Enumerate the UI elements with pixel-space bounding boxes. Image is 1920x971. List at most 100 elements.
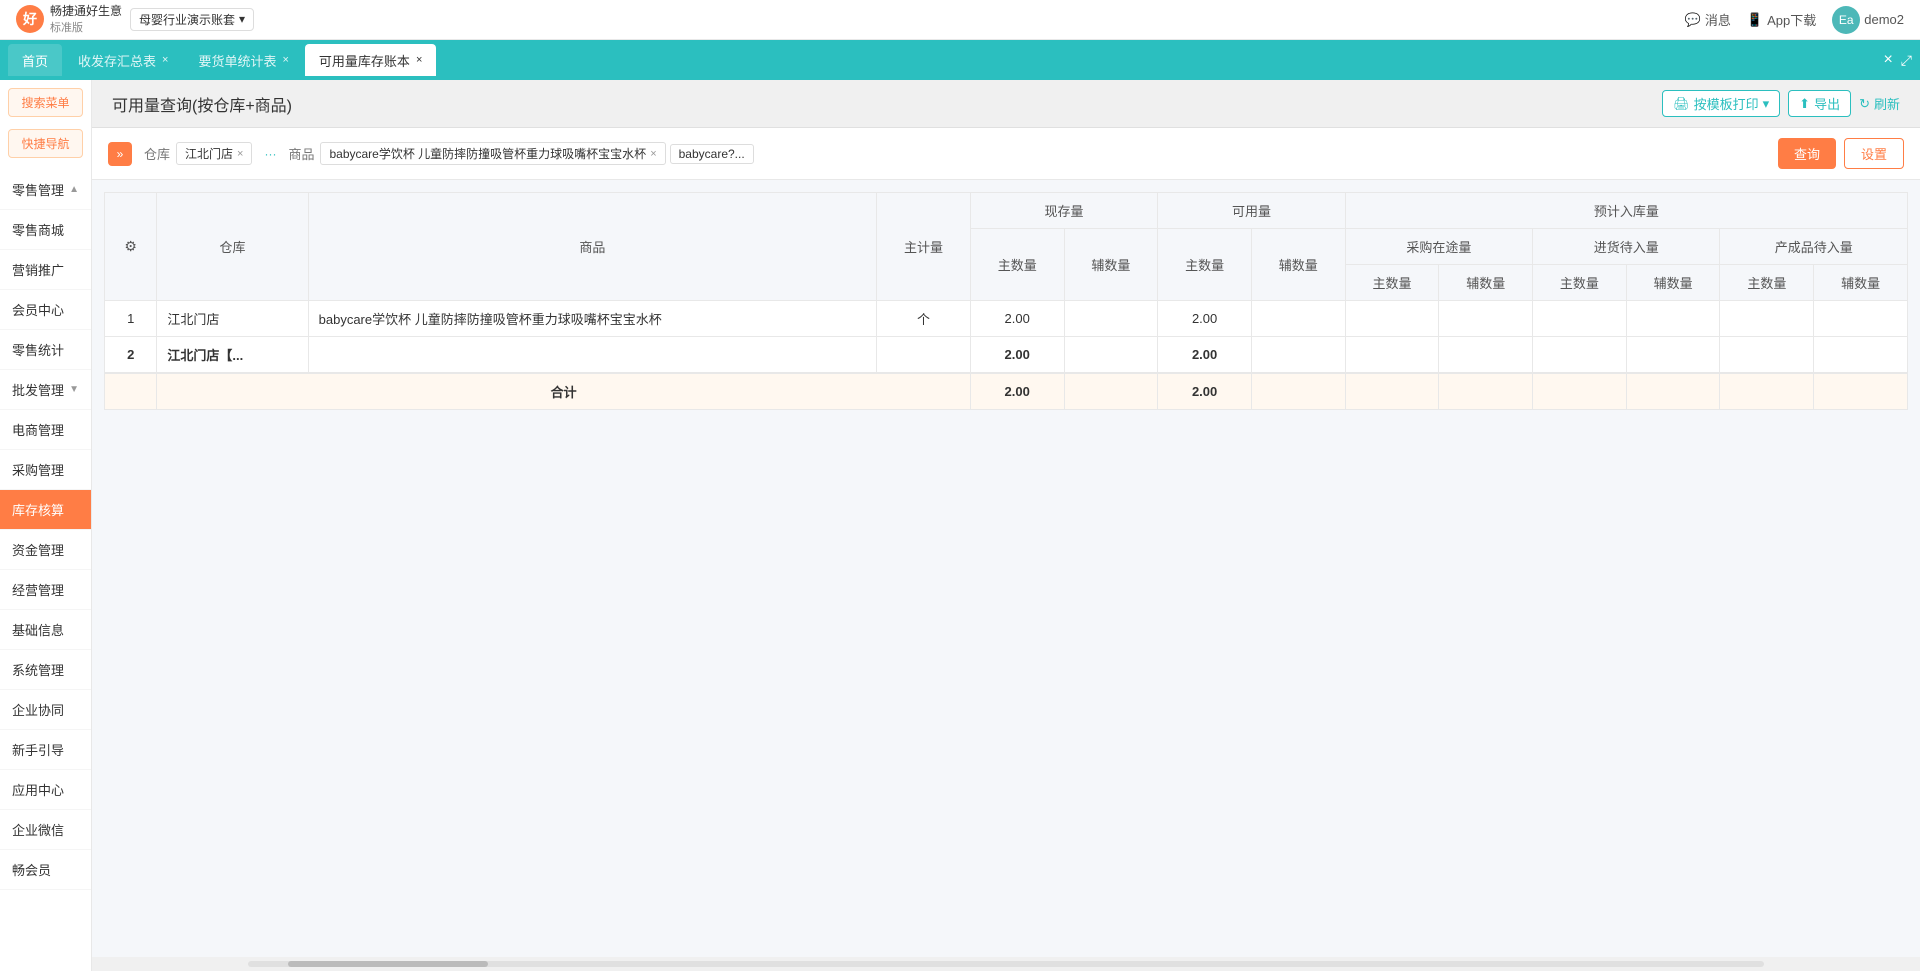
chevron-down-icon: ▾ — [239, 12, 245, 26]
sidebar-item-system-mgmt[interactable]: 系统管理 — [0, 650, 91, 690]
sidebar-item-wholesale-mgmt[interactable]: 批发管理 ▼ — [0, 370, 91, 410]
avail-inventory-tab-close[interactable]: × — [416, 54, 422, 66]
sidebar-item-inventory-check[interactable]: 库存核算 — [0, 490, 91, 530]
avail-aux-qty-header: 辅数量 — [1251, 229, 1345, 301]
tab-avail-inventory[interactable]: 可用量库存账本 × — [305, 44, 436, 76]
purchase-main-qty-header: 主数量 — [1345, 265, 1439, 301]
app-download-btn[interactable]: 📱 App下载 — [1747, 10, 1816, 29]
sidebar-item-finance-mgmt[interactable]: 资金管理 — [0, 530, 91, 570]
sidebar-item-ecommerce[interactable]: 电商管理 — [0, 410, 91, 450]
quick-nav-btn[interactable]: 快捷导航 — [8, 129, 83, 158]
sidebar-item-label: 采购管理 — [12, 460, 64, 479]
scroll-track — [248, 961, 1764, 967]
current-aux-qty-header: 辅数量 — [1064, 229, 1158, 301]
tab-order-stats[interactable]: 要货单统计表 × — [184, 44, 302, 76]
sidebar-item-basic-info[interactable]: 基础信息 — [0, 610, 91, 650]
table-container: ⚙ 仓库 商品 主计量 现存量 可用量 预计入库量 主数量 辅数量 主数量 辅数… — [92, 180, 1920, 957]
refresh-btn[interactable]: ↻ 刷新 — [1859, 94, 1900, 113]
filter-bar: » 仓库 江北门店 × ··· 商品 babycare学饮杯 儿童防摔防撞吸管杯… — [92, 128, 1920, 180]
product-tag-2[interactable]: babycare?... — [670, 144, 754, 164]
production-main-qty-header: 主数量 — [1720, 265, 1814, 301]
row-production-main — [1720, 301, 1814, 337]
data-table: ⚙ 仓库 商品 主计量 现存量 可用量 预计入库量 主数量 辅数量 主数量 辅数… — [104, 192, 1908, 410]
inbound-main-qty-header: 主数量 — [1533, 265, 1627, 301]
filter-more-dots[interactable]: ··· — [264, 147, 276, 161]
total-purchase-aux — [1439, 373, 1533, 410]
row-index: 2 — [105, 337, 157, 374]
export-btn[interactable]: ⬆ 导出 — [1788, 90, 1851, 117]
row-unit: 个 — [877, 301, 971, 337]
row-inbound-main — [1533, 337, 1627, 374]
print-icon: 🖨 — [1673, 96, 1690, 112]
sidebar-item-retail-mall[interactable]: 零售商城 — [0, 210, 91, 250]
total-spacer — [105, 373, 157, 410]
sidebar-item-label: 电商管理 — [12, 420, 64, 439]
brand-text: 畅捷通好生意 标准版 — [50, 4, 122, 34]
nav-expand-icon[interactable]: ⤢ — [1901, 52, 1912, 69]
filter-toggle-btn[interactable]: » — [108, 142, 132, 166]
current-main-qty-header: 主数量 — [970, 229, 1064, 301]
tab-home[interactable]: 首页 — [8, 44, 62, 76]
current-stock-header: 现存量 — [970, 193, 1157, 229]
avatar: Ea — [1832, 6, 1860, 34]
product-tag-1[interactable]: babycare学饮杯 儿童防摔防撞吸管杯重力球吸嘴杯宝宝水杯 × — [320, 142, 665, 165]
remove-warehouse-tag[interactable]: × — [237, 148, 243, 160]
row-avail-aux — [1251, 301, 1345, 337]
sidebar-item-enterprise-collab[interactable]: 企业协同 — [0, 690, 91, 730]
tab-receipt[interactable]: 收发存汇总表 × — [64, 44, 182, 76]
query-btn[interactable]: 查询 — [1778, 138, 1836, 169]
row-product: babycare学饮杯 儿童防摔防撞吸管杯重力球吸嘴杯宝宝水杯 — [308, 301, 877, 337]
remove-product-tag-1[interactable]: × — [650, 148, 656, 160]
total-inbound-main — [1533, 373, 1627, 410]
row-avail-main: 2.00 — [1158, 337, 1252, 374]
row-production-aux — [1814, 337, 1908, 374]
sidebar-item-label: 资金管理 — [12, 540, 64, 559]
sidebar-item-label: 系统管理 — [12, 660, 64, 679]
warehouse-tag-jiangbei[interactable]: 江北门店 × — [176, 142, 252, 165]
row-purchase-main — [1345, 301, 1439, 337]
template-print-btn[interactable]: 🖨 按模板打印 ▾ — [1662, 90, 1780, 117]
sidebar: 搜索菜单 快捷导航 零售管理 ▲ 零售商城 营销推广 会员中心 零售统计 批发管… — [0, 80, 92, 971]
sidebar-search-area: 搜索菜单 — [0, 80, 91, 125]
search-menu-btn[interactable]: 搜索菜单 — [8, 88, 83, 117]
product-col-header: 商品 — [308, 193, 877, 301]
horizontal-scrollbar[interactable] — [92, 957, 1920, 971]
sidebar-item-marketing[interactable]: 营销推广 — [0, 250, 91, 290]
purchase-aux-qty-header: 辅数量 — [1439, 265, 1533, 301]
sidebar-item-vip-member[interactable]: 畅会员 — [0, 850, 91, 890]
receipt-tab-close[interactable]: × — [162, 54, 168, 66]
row-inbound-aux — [1626, 337, 1720, 374]
order-stats-tab-close[interactable]: × — [282, 54, 288, 66]
export-icon: ⬆ — [1799, 96, 1810, 112]
industry-select[interactable]: 母婴行业演示账套 ▾ — [130, 8, 254, 31]
sidebar-item-label: 库存核算 — [12, 500, 64, 519]
sidebar-item-retail-stats[interactable]: 零售统计 — [0, 330, 91, 370]
sidebar-item-member-center[interactable]: 会员中心 — [0, 290, 91, 330]
row-warehouse: 江北门店【... — [157, 337, 308, 374]
row-production-aux — [1814, 301, 1908, 337]
sidebar-item-app-center[interactable]: 应用中心 — [0, 770, 91, 810]
sidebar-item-operation-mgmt[interactable]: 经营管理 — [0, 570, 91, 610]
row-production-main — [1720, 337, 1814, 374]
message-btn[interactable]: 💬 消息 — [1685, 10, 1731, 29]
sidebar-item-new-guide[interactable]: 新手引导 — [0, 730, 91, 770]
sidebar-item-enterprise-wechat[interactable]: 企业微信 — [0, 810, 91, 850]
sidebar-item-label: 批发管理 — [12, 380, 64, 399]
total-current-aux — [1064, 373, 1158, 410]
user-area[interactable]: Ea demo2 — [1832, 6, 1904, 34]
sidebar-item-retail-mgmt[interactable]: 零售管理 ▲ — [0, 170, 91, 210]
nav-close-icon[interactable]: × — [1883, 51, 1892, 69]
settings-col-header[interactable]: ⚙ — [105, 193, 157, 301]
sidebar-item-purchase-mgmt[interactable]: 采购管理 — [0, 450, 91, 490]
setting-btn[interactable]: 设置 — [1844, 138, 1904, 169]
warehouse-tags: 江北门店 × — [176, 142, 252, 165]
row-inbound-aux — [1626, 301, 1720, 337]
table-row: 1 江北门店 babycare学饮杯 儿童防摔防撞吸管杯重力球吸嘴杯宝宝水杯 个… — [105, 301, 1908, 337]
production-aux-qty-header: 辅数量 — [1814, 265, 1908, 301]
chevron-up-icon: ▲ — [69, 184, 79, 195]
total-avail-aux — [1251, 373, 1345, 410]
scroll-thumb[interactable] — [288, 961, 488, 967]
page-actions: 🖨 按模板打印 ▾ ⬆ 导出 ↻ 刷新 — [1662, 90, 1900, 117]
brand-icon: 好 — [16, 5, 44, 33]
filter-actions: 查询 设置 — [1778, 138, 1904, 169]
